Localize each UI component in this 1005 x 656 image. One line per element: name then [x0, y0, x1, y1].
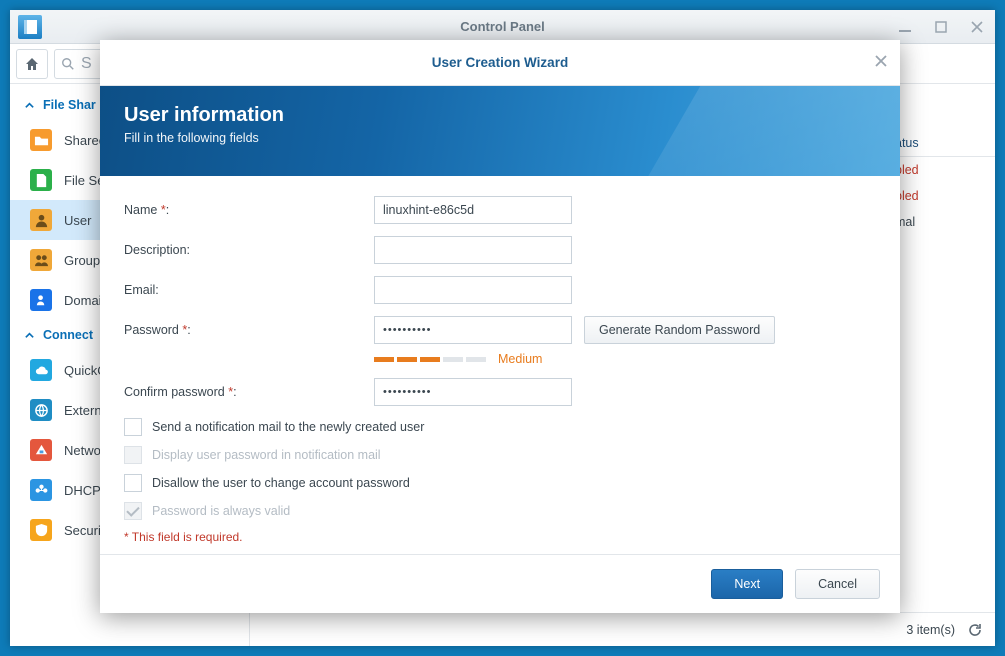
table-row[interactable]: mal — [895, 209, 995, 235]
generate-password-button[interactable]: Generate Random Password — [584, 316, 775, 344]
name-field[interactable] — [374, 196, 572, 224]
banner-heading: User information — [124, 104, 876, 127]
label-email: Email: — [124, 283, 374, 297]
column-header-status[interactable]: atus — [895, 130, 995, 157]
window-title: Control Panel — [460, 19, 545, 34]
checkbox-label: Password is always valid — [152, 504, 290, 518]
cloud-icon — [30, 359, 52, 381]
next-button[interactable]: Next — [711, 569, 783, 599]
user-creation-wizard-dialog: User Creation Wizard User information Fi… — [100, 40, 900, 613]
search-icon — [61, 57, 75, 71]
group-icon — [30, 249, 52, 271]
checkbox-label: Disallow the user to change account pass… — [152, 476, 410, 490]
checkbox-disallow-change[interactable] — [124, 474, 142, 492]
checkbox-label: Send a notification mail to the newly cr… — [152, 420, 424, 434]
banner-subtitle: Fill in the following fields — [124, 131, 876, 145]
globe-icon — [30, 399, 52, 421]
strength-meter — [374, 357, 486, 362]
description-field[interactable] — [374, 236, 572, 264]
chevron-up-icon — [24, 100, 35, 111]
network-icon — [30, 439, 52, 461]
checkbox-always-valid — [124, 502, 142, 520]
maximize-button[interactable] — [923, 10, 959, 44]
file-icon — [30, 169, 52, 191]
dialog-body: Name *: Description: Email: Password *: … — [100, 176, 900, 554]
dialog-close-button[interactable] — [874, 54, 888, 71]
minimize-button[interactable] — [887, 10, 923, 44]
confirm-password-field[interactable] — [374, 378, 572, 406]
titlebar: Control Panel — [10, 10, 995, 44]
required-note: * This field is required. — [124, 530, 876, 544]
table-row[interactable]: bled — [895, 157, 995, 183]
app-icon — [18, 15, 42, 39]
checkbox-send-notification[interactable] — [124, 418, 142, 436]
user-icon — [30, 209, 52, 231]
password-strength: Medium — [374, 352, 876, 366]
search-placeholder: S — [81, 55, 92, 73]
label-name: Name *: — [124, 203, 374, 217]
home-button[interactable] — [16, 49, 48, 79]
checkbox-label: Display user password in notification ma… — [152, 448, 381, 462]
label-password: Password *: — [124, 323, 374, 337]
table-row[interactable]: bled — [895, 183, 995, 209]
email-field[interactable] — [374, 276, 572, 304]
password-field[interactable] — [374, 316, 572, 344]
domain-icon — [30, 289, 52, 311]
strength-label: Medium — [498, 352, 542, 366]
dhcp-icon — [30, 479, 52, 501]
folder-icon — [30, 129, 52, 151]
cancel-button[interactable]: Cancel — [795, 569, 880, 599]
item-count: 3 item(s) — [906, 623, 955, 637]
partial-table: atus bled bled mal — [895, 130, 995, 235]
reload-icon[interactable] — [967, 622, 983, 638]
dialog-titlebar: User Creation Wizard — [100, 40, 900, 86]
label-description: Description: — [124, 243, 374, 257]
dialog-title: User Creation Wizard — [432, 55, 568, 70]
statusbar: 3 item(s) — [250, 612, 995, 646]
checkbox-display-password — [124, 446, 142, 464]
close-button[interactable] — [959, 10, 995, 44]
chevron-up-icon — [24, 330, 35, 341]
shield-icon — [30, 519, 52, 541]
label-confirm-password: Confirm password *: — [124, 385, 374, 399]
dialog-banner: User information Fill in the following f… — [100, 86, 900, 176]
dialog-footer: Next Cancel — [100, 554, 900, 613]
